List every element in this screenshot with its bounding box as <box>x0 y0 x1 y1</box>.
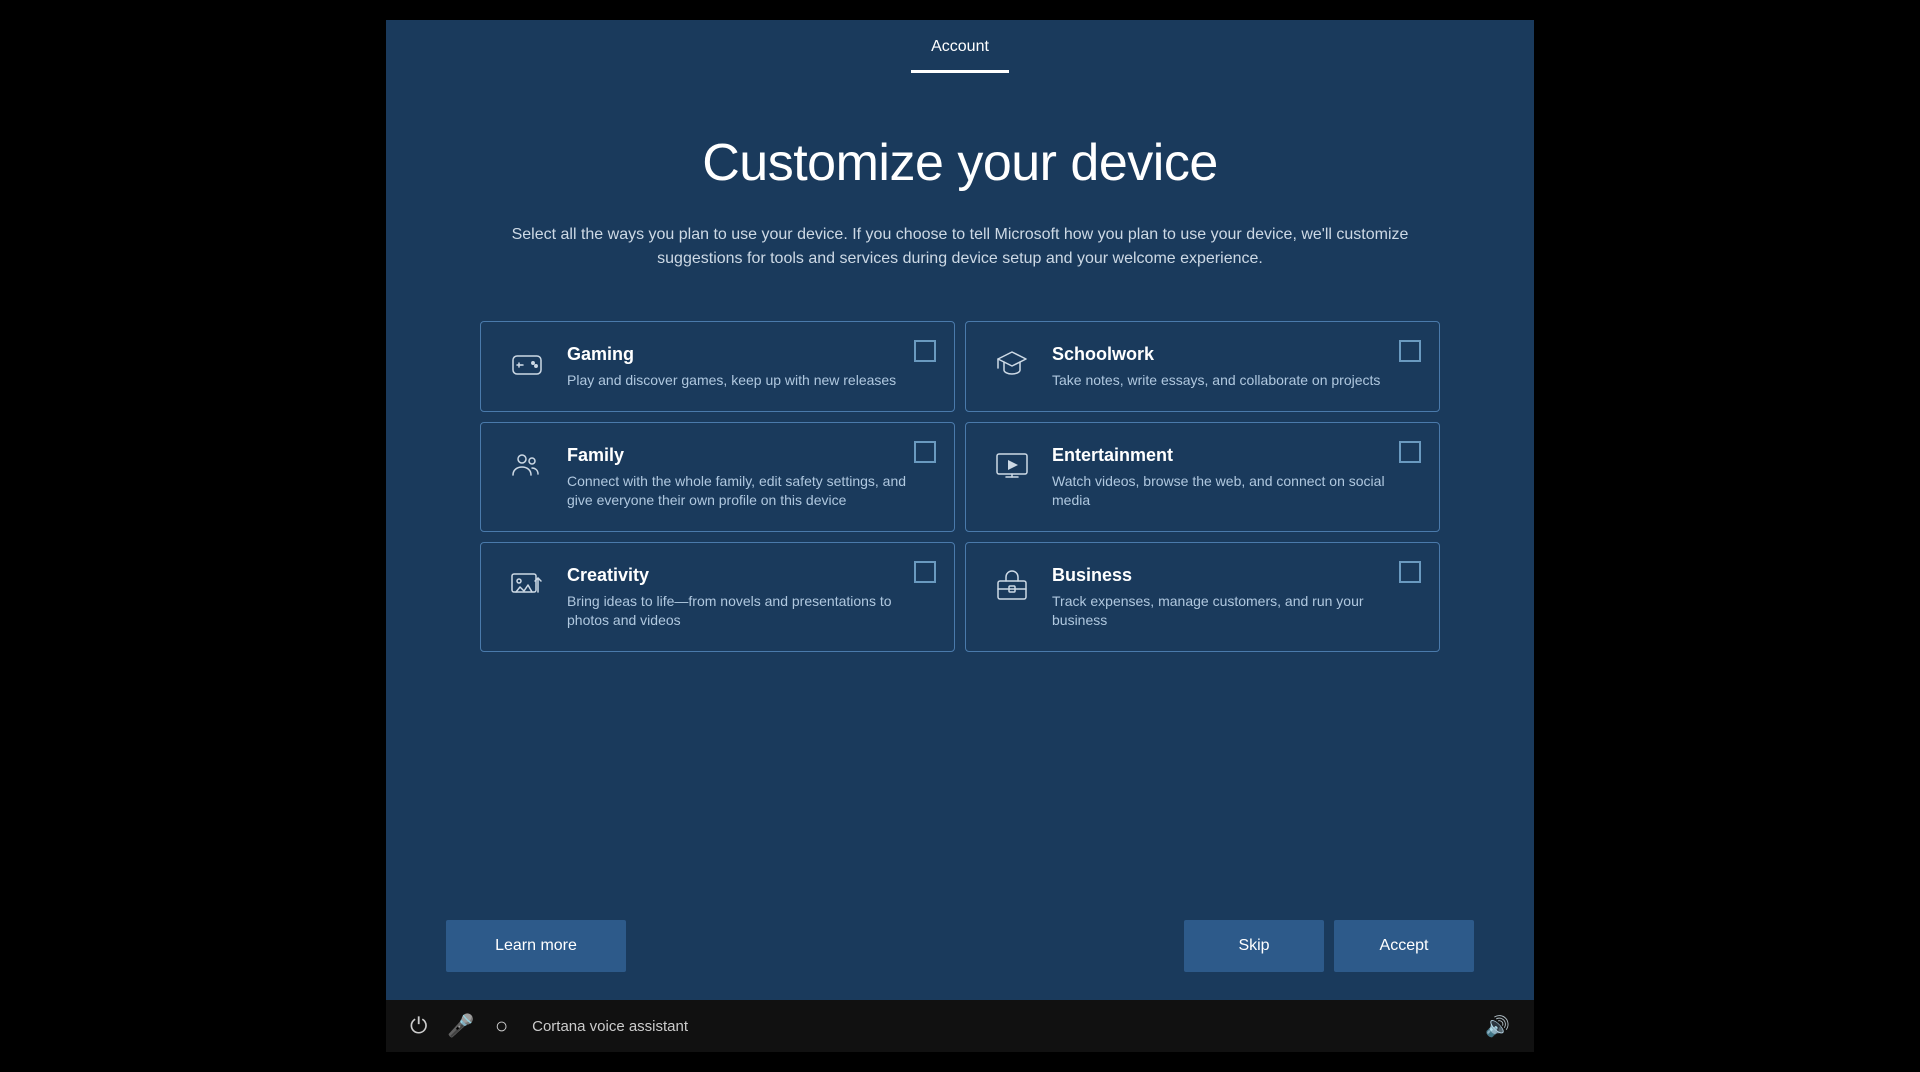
page-title: Customize your device <box>702 133 1218 193</box>
cortana-label: Cortana voice assistant <box>532 1018 688 1035</box>
entertainment-checkbox[interactable] <box>1399 441 1421 463</box>
option-schoolwork[interactable]: Schoolwork Take notes, write essays, and… <box>965 321 1440 412</box>
cortana-icon[interactable]: ○ <box>495 1013 508 1039</box>
top-nav: Account <box>386 20 1534 73</box>
option-creativity[interactable]: Creativity Bring ideas to life—from nove… <box>480 542 955 652</box>
main-content: Customize your device Select all the way… <box>386 73 1534 892</box>
volume-icon[interactable]: 🔊 <box>1485 1014 1510 1039</box>
creativity-text: Creativity Bring ideas to life—from nove… <box>567 563 930 631</box>
option-business[interactable]: Business Track expenses, manage customer… <box>965 542 1440 652</box>
business-title: Business <box>1052 565 1415 586</box>
page-subtitle: Select all the ways you plan to use your… <box>510 223 1410 271</box>
family-title: Family <box>567 445 930 466</box>
power-icon[interactable]: ⏻ <box>410 1013 427 1039</box>
entertainment-text: Entertainment Watch videos, browse the w… <box>1052 443 1415 511</box>
schoolwork-checkbox[interactable] <box>1399 340 1421 362</box>
gaming-text: Gaming Play and discover games, keep up … <box>567 342 930 391</box>
family-checkbox[interactable] <box>914 441 936 463</box>
gaming-icon <box>505 342 549 386</box>
creativity-icon <box>505 563 549 607</box>
nav-item-account[interactable]: Account <box>911 38 1009 73</box>
schoolwork-text: Schoolwork Take notes, write essays, and… <box>1052 342 1415 391</box>
business-text: Business Track expenses, manage customer… <box>1052 563 1415 631</box>
accept-button[interactable]: Accept <box>1334 920 1474 972</box>
family-text: Family Connect with the whole family, ed… <box>567 443 930 511</box>
family-icon <box>505 443 549 487</box>
business-desc: Track expenses, manage customers, and ru… <box>1052 592 1415 631</box>
schoolwork-desc: Take notes, write essays, and collaborat… <box>1052 371 1415 391</box>
options-grid: Gaming Play and discover games, keep up … <box>480 321 1440 652</box>
gaming-desc: Play and discover games, keep up with ne… <box>567 371 930 391</box>
gaming-checkbox[interactable] <box>914 340 936 362</box>
entertainment-desc: Watch videos, browse the web, and connec… <box>1052 472 1415 511</box>
schoolwork-icon <box>990 342 1034 386</box>
taskbar: ⏻ 🎤 ○ Cortana voice assistant 🔊 <box>386 1000 1534 1052</box>
business-checkbox[interactable] <box>1399 561 1421 583</box>
business-icon <box>990 563 1034 607</box>
creativity-checkbox[interactable] <box>914 561 936 583</box>
option-gaming[interactable]: Gaming Play and discover games, keep up … <box>480 321 955 412</box>
schoolwork-title: Schoolwork <box>1052 344 1415 365</box>
family-desc: Connect with the whole family, edit safe… <box>567 472 930 511</box>
microphone-icon[interactable]: 🎤 <box>447 1013 474 1039</box>
creativity-desc: Bring ideas to life—from novels and pres… <box>567 592 930 631</box>
learn-more-button[interactable]: Learn more <box>446 920 626 972</box>
option-family[interactable]: Family Connect with the whole family, ed… <box>480 422 955 532</box>
skip-button[interactable]: Skip <box>1184 920 1324 972</box>
creativity-title: Creativity <box>567 565 930 586</box>
bottom-bar: Learn more Skip Accept <box>386 892 1534 1000</box>
entertainment-title: Entertainment <box>1052 445 1415 466</box>
entertainment-icon <box>990 443 1034 487</box>
action-buttons: Skip Accept <box>1184 920 1474 972</box>
option-entertainment[interactable]: Entertainment Watch videos, browse the w… <box>965 422 1440 532</box>
gaming-title: Gaming <box>567 344 930 365</box>
